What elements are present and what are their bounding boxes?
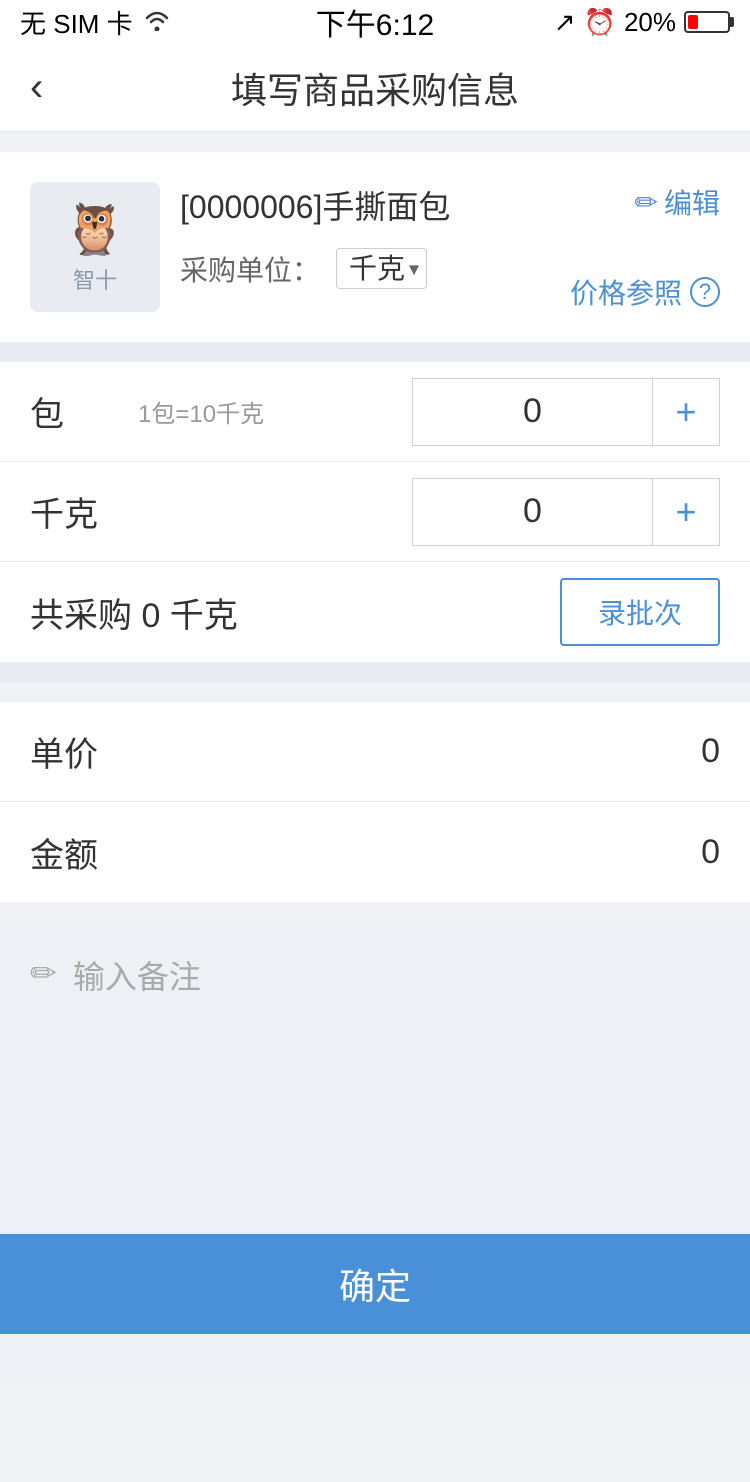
product-image: 🦉 智十	[30, 182, 160, 312]
unit-select[interactable]: 千克 包	[336, 248, 427, 289]
unit-price-row: 单价 0	[0, 702, 750, 802]
alarm-icon: ⏰	[584, 7, 616, 38]
kg-input[interactable]	[412, 478, 652, 546]
kg-label: 千克	[30, 487, 130, 536]
bao-input-row: 包 1包=10千克 +	[0, 362, 750, 462]
price-ref-help-icon[interactable]: ?	[690, 277, 720, 307]
summary-row: 共采购 0 千克 录批次	[0, 562, 750, 662]
wifi-icon	[143, 7, 171, 38]
battery-percent: 20%	[624, 7, 676, 38]
status-right: ↗ ⏰ 20%	[554, 7, 730, 38]
product-logo-text: 智十	[73, 263, 117, 295]
batch-label: 录批次	[598, 592, 682, 632]
carrier-text: 无 SIM 卡	[20, 4, 133, 41]
amount-row: 金额 0	[0, 802, 750, 902]
bottom-spacer	[0, 1082, 750, 1382]
note-pencil-icon: ✏	[30, 954, 57, 992]
edit-label: 编辑	[664, 182, 720, 222]
back-button[interactable]: ‹	[30, 65, 43, 110]
amount-label: 金额	[30, 828, 98, 877]
bao-input-right: +	[412, 378, 720, 446]
kg-input-right: +	[412, 478, 720, 546]
unit-price-label: 单价	[30, 727, 98, 776]
battery-icon	[684, 11, 730, 33]
confirm-label: 确定	[339, 1258, 411, 1310]
input-section: 包 1包=10千克 + 千克 + 共采购 0 千克 录批次	[0, 362, 750, 662]
amount-value: 0	[701, 833, 720, 872]
price-ref-label: 价格参照	[570, 272, 682, 312]
unit-price-value: 0	[701, 732, 720, 771]
bao-label: 包	[30, 387, 130, 436]
edit-icon: ✏	[635, 186, 658, 219]
location-icon: ↗	[554, 7, 576, 38]
bao-plus-button[interactable]: +	[652, 378, 720, 446]
kg-input-row: 千克 +	[0, 462, 750, 562]
summary-text: 共采购 0 千克	[30, 588, 238, 637]
page-title: 填写商品采购信息	[231, 62, 519, 114]
nav-bar: ‹ 填写商品采购信息	[0, 44, 750, 132]
price-ref-button[interactable]: 价格参照 ?	[570, 272, 720, 312]
unit-select-wrapper[interactable]: 千克 包	[336, 248, 427, 289]
status-left: 无 SIM 卡	[20, 4, 171, 41]
price-section: 单价 0 金额 0	[0, 702, 750, 902]
product-card: 🦉 智十 [0000006]手撕面包 采购单位： 千克 包 ✏ 编辑 价格参照	[0, 152, 750, 342]
note-section[interactable]: ✏ 输入备注	[0, 922, 750, 1082]
kg-plus-button[interactable]: +	[652, 478, 720, 546]
confirm-button[interactable]: 确定	[0, 1234, 750, 1334]
product-logo-owl: 🦉	[64, 200, 126, 259]
unit-label: 采购单位：	[180, 249, 320, 289]
section-divider-2	[0, 662, 750, 682]
status-time: 下午6:12	[316, 0, 434, 44]
bao-input[interactable]	[412, 378, 652, 446]
batch-button[interactable]: 录批次	[560, 578, 720, 646]
section-divider-1	[0, 342, 750, 362]
bao-sublabel: 1包=10千克	[138, 394, 264, 429]
edit-button[interactable]: ✏ 编辑	[635, 182, 720, 222]
note-placeholder: 输入备注	[73, 952, 201, 998]
status-bar: 无 SIM 卡 下午6:12 ↗ ⏰ 20%	[0, 0, 750, 44]
